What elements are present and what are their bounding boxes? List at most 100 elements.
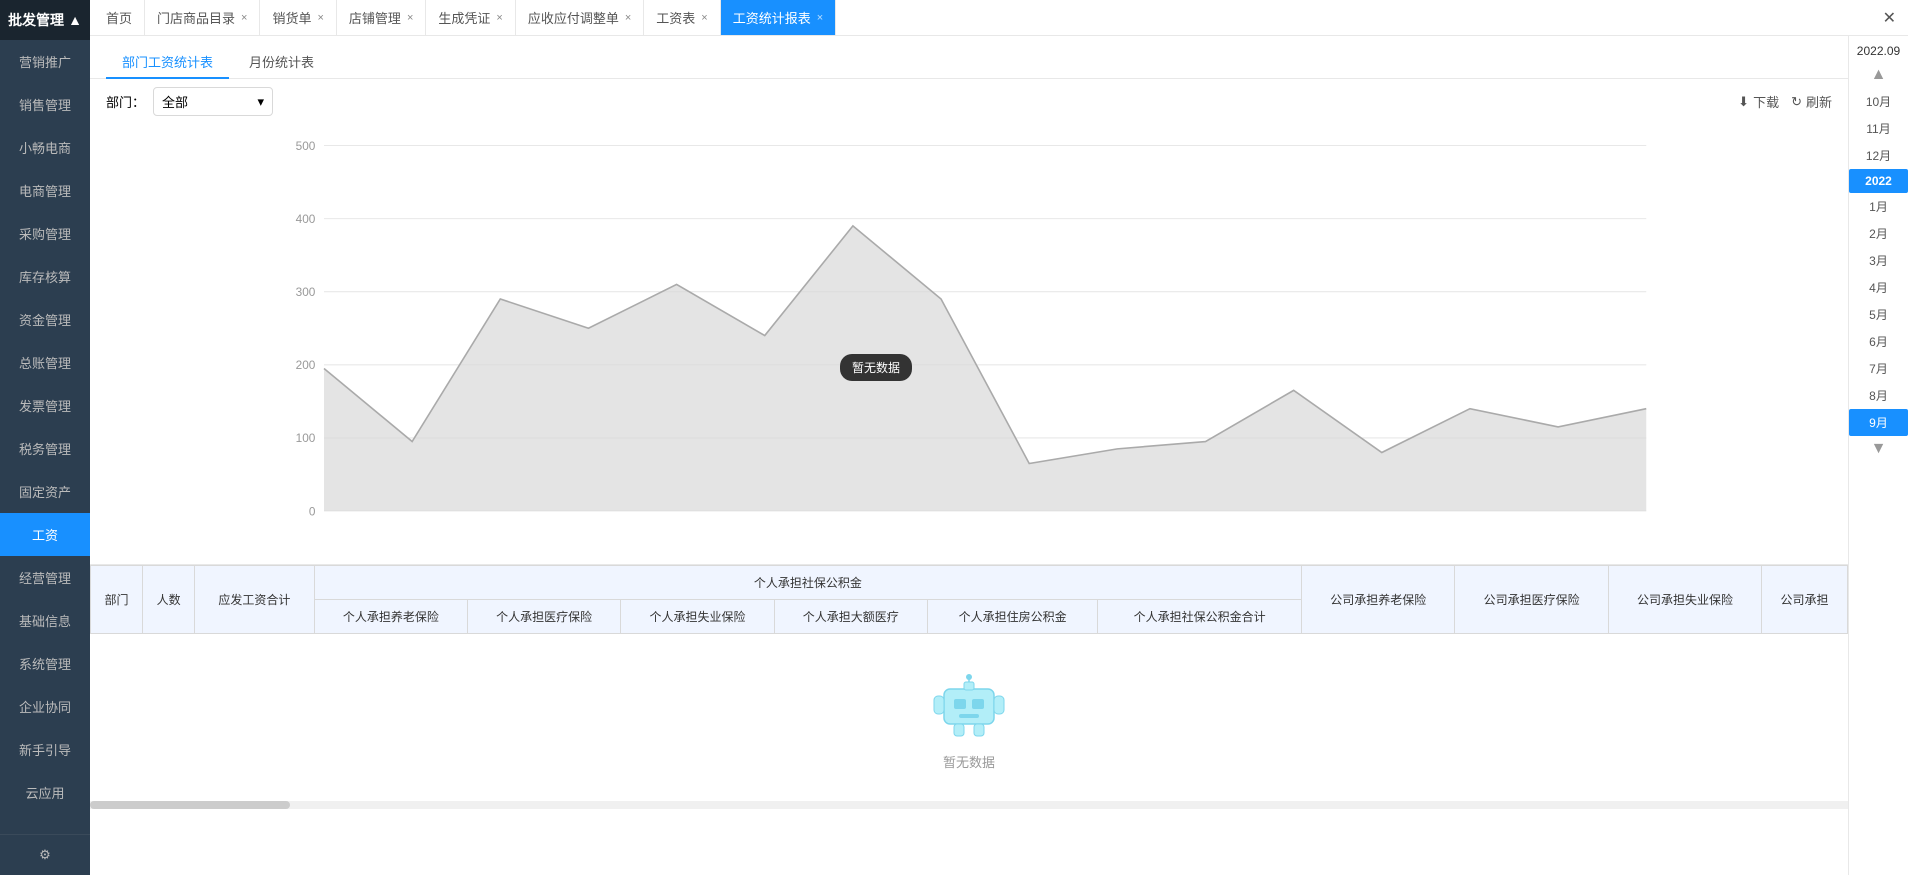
settings-icon: ⚙ xyxy=(39,847,51,862)
settings-button[interactable]: ⚙ xyxy=(0,834,90,875)
tab-生成凭证[interactable]: 生成凭证 × xyxy=(426,0,515,35)
window-close-button[interactable]: ✕ xyxy=(1875,8,1904,28)
sidebar-item-总账管理[interactable]: 总账管理 xyxy=(0,341,90,384)
month-item-2022[interactable]: 2022 xyxy=(1849,169,1908,193)
sidebar-item-企业协同[interactable]: 企业协同 xyxy=(0,685,90,728)
tab-店铺管理[interactable]: 店铺管理 × xyxy=(337,0,426,35)
month-item-12月[interactable]: 12月 xyxy=(1849,142,1908,169)
tab-close-icon[interactable]: × xyxy=(241,12,247,24)
horizontal-scrollbar[interactable] xyxy=(90,801,1848,809)
col-group-header: 个人承担社保公积金 xyxy=(314,566,1301,600)
month-item-1月[interactable]: 1月 xyxy=(1849,193,1908,220)
col-header-公司承担: 公司承担 xyxy=(1762,566,1848,634)
tab-工资统计报表[interactable]: 工资统计报表 × xyxy=(721,0,836,35)
col-subheader-个人承担失业保险: 个人承担失业保险 xyxy=(621,600,774,634)
toolbar: 部门： 全部 ▾ ⬇ 下载 ↻ 刷新 xyxy=(90,79,1848,124)
main-area: 首页门店商品目录×销货单×店铺管理×生成凭证×应收应付调整单×工资表×工资统计报… xyxy=(90,0,1908,875)
tab-销货单[interactable]: 销货单 × xyxy=(260,0,336,35)
table-row: 暂无数据 xyxy=(91,634,1848,802)
tab-应收应付调整单[interactable]: 应收应付调整单 × xyxy=(516,0,644,35)
month-item-11月[interactable]: 11月 xyxy=(1849,115,1908,142)
tab-首页[interactable]: 首页 xyxy=(94,0,145,35)
dept-label: 部门： xyxy=(106,92,145,111)
tab-label: 生成凭证 xyxy=(438,8,490,27)
col-subheader-个人承担大额医疗: 个人承担大额医疗 xyxy=(774,600,927,634)
tab-bar: 首页门店商品目录×销货单×店铺管理×生成凭证×应收应付调整单×工资表×工资统计报… xyxy=(90,0,1908,36)
tab-label: 销货单 xyxy=(272,8,311,27)
tab-close-icon[interactable]: × xyxy=(625,12,631,24)
toolbar-left: 部门： 全部 ▾ xyxy=(106,87,273,116)
tab-close-icon[interactable]: × xyxy=(817,12,823,24)
tab-label: 应收应付调整单 xyxy=(528,8,619,27)
dept-select[interactable]: 全部 ▾ xyxy=(153,87,273,116)
sidebar-title: 批发管理 xyxy=(8,10,64,30)
month-item-4月[interactable]: 4月 xyxy=(1849,274,1908,301)
refresh-button[interactable]: ↻ 刷新 xyxy=(1791,92,1832,111)
tab-工资表[interactable]: 工资表 × xyxy=(644,0,720,35)
sub-tab-月份统计表[interactable]: 月份统计表 xyxy=(233,46,330,79)
month-item-10月[interactable]: 10月 xyxy=(1849,88,1908,115)
col-header-公司承担养老保险: 公司承担养老保险 xyxy=(1302,566,1455,634)
tab-close-icon[interactable]: × xyxy=(496,12,502,24)
sidebar-item-云应用[interactable]: 云应用 xyxy=(0,771,90,814)
tab-label: 首页 xyxy=(106,8,132,27)
sidebar-item-电商管理[interactable]: 电商管理 xyxy=(0,169,90,212)
svg-text:300: 300 xyxy=(296,285,316,299)
month-item-7月[interactable]: 7月 xyxy=(1849,355,1908,382)
col-subheader-个人承担养老保险: 个人承担养老保险 xyxy=(314,600,467,634)
tab-label: 工资统计报表 xyxy=(733,8,811,27)
sidebar-item-经营管理[interactable]: 经营管理 xyxy=(0,556,90,599)
svg-text:500: 500 xyxy=(296,139,316,153)
col-subheader-个人承担住房公积金: 个人承担住房公积金 xyxy=(927,600,1097,634)
data-table: 部门人数应发工资合计个人承担社保公积金公司承担养老保险公司承担医疗保险公司承担失… xyxy=(90,565,1848,801)
content-area: 部门工资统计表月份统计表 部门： 全部 ▾ ⬇ 下载 xyxy=(90,36,1908,875)
tab-close-icon[interactable]: × xyxy=(701,12,707,24)
sidebar-item-新手引导[interactable]: 新手引导 xyxy=(0,728,90,771)
col-header-部门: 部门 xyxy=(91,566,143,634)
col-header-公司承担失业保险: 公司承担失业保险 xyxy=(1608,566,1761,634)
dept-value: 全部 xyxy=(162,92,188,111)
sidebar-header[interactable]: 批发管理 ▲ xyxy=(0,0,90,40)
sidebar-item-税务管理[interactable]: 税务管理 xyxy=(0,427,90,470)
col-subheader-个人承担社保公积金合计: 个人承担社保公积金合计 xyxy=(1098,600,1302,634)
month-item-5月[interactable]: 5月 xyxy=(1849,301,1908,328)
month-item-3月[interactable]: 3月 xyxy=(1849,247,1908,274)
scrollbar-thumb[interactable] xyxy=(90,801,290,809)
sidebar-item-发票管理[interactable]: 发票管理 xyxy=(0,384,90,427)
tab-label: 店铺管理 xyxy=(349,8,401,27)
sidebar-item-系统管理[interactable]: 系统管理 xyxy=(0,642,90,685)
month-item-2月[interactable]: 2月 xyxy=(1849,220,1908,247)
month-item-9月[interactable]: 9月 xyxy=(1849,409,1908,436)
empty-icon xyxy=(929,664,1009,744)
down-arrow-button[interactable]: ▼ xyxy=(1867,436,1891,462)
page-content: 部门工资统计表月份统计表 部门： 全部 ▾ ⬇ 下载 xyxy=(90,36,1848,875)
toolbar-right: ⬇ 下载 ↻ 刷新 xyxy=(1738,92,1832,111)
download-button[interactable]: ⬇ 下载 xyxy=(1738,92,1779,111)
month-item-6月[interactable]: 6月 xyxy=(1849,328,1908,355)
sidebar-item-基础信息[interactable]: 基础信息 xyxy=(0,599,90,642)
sub-tab-部门工资统计表[interactable]: 部门工资统计表 xyxy=(106,46,229,79)
sidebar-item-工资[interactable]: 工资 xyxy=(0,513,90,556)
col-header-公司承担医疗保险: 公司承担医疗保险 xyxy=(1455,566,1608,634)
up-arrow-button[interactable]: ▲ xyxy=(1867,62,1891,88)
svg-text:200: 200 xyxy=(296,358,316,372)
sidebar-item-库存核算[interactable]: 库存核算 xyxy=(0,255,90,298)
tab-门店商品目录[interactable]: 门店商品目录× xyxy=(145,0,260,35)
tab-label: 工资表 xyxy=(656,8,695,27)
svg-text:100: 100 xyxy=(296,431,316,445)
refresh-label: 刷新 xyxy=(1806,92,1832,111)
tab-close-icon[interactable]: × xyxy=(407,12,413,24)
chart-svg: 5004003002001000 xyxy=(106,124,1832,554)
sidebar-item-营销推广[interactable]: 营销推广 xyxy=(0,40,90,83)
table-section[interactable]: 部门人数应发工资合计个人承担社保公积金公司承担养老保险公司承担医疗保险公司承担失… xyxy=(90,564,1848,875)
tab-close-icon[interactable]: × xyxy=(317,12,323,24)
sidebar-item-资金管理[interactable]: 资金管理 xyxy=(0,298,90,341)
download-label: 下载 xyxy=(1753,92,1779,111)
year-display[interactable]: 2022.09 xyxy=(1857,40,1900,62)
refresh-icon: ↻ xyxy=(1791,94,1802,110)
sidebar-item-固定资产[interactable]: 固定资产 xyxy=(0,470,90,513)
month-item-8月[interactable]: 8月 xyxy=(1849,382,1908,409)
sidebar-item-采购管理[interactable]: 采购管理 xyxy=(0,212,90,255)
sidebar-item-小畅电商[interactable]: 小畅电商 xyxy=(0,126,90,169)
sidebar-item-销售管理[interactable]: 销售管理 xyxy=(0,83,90,126)
